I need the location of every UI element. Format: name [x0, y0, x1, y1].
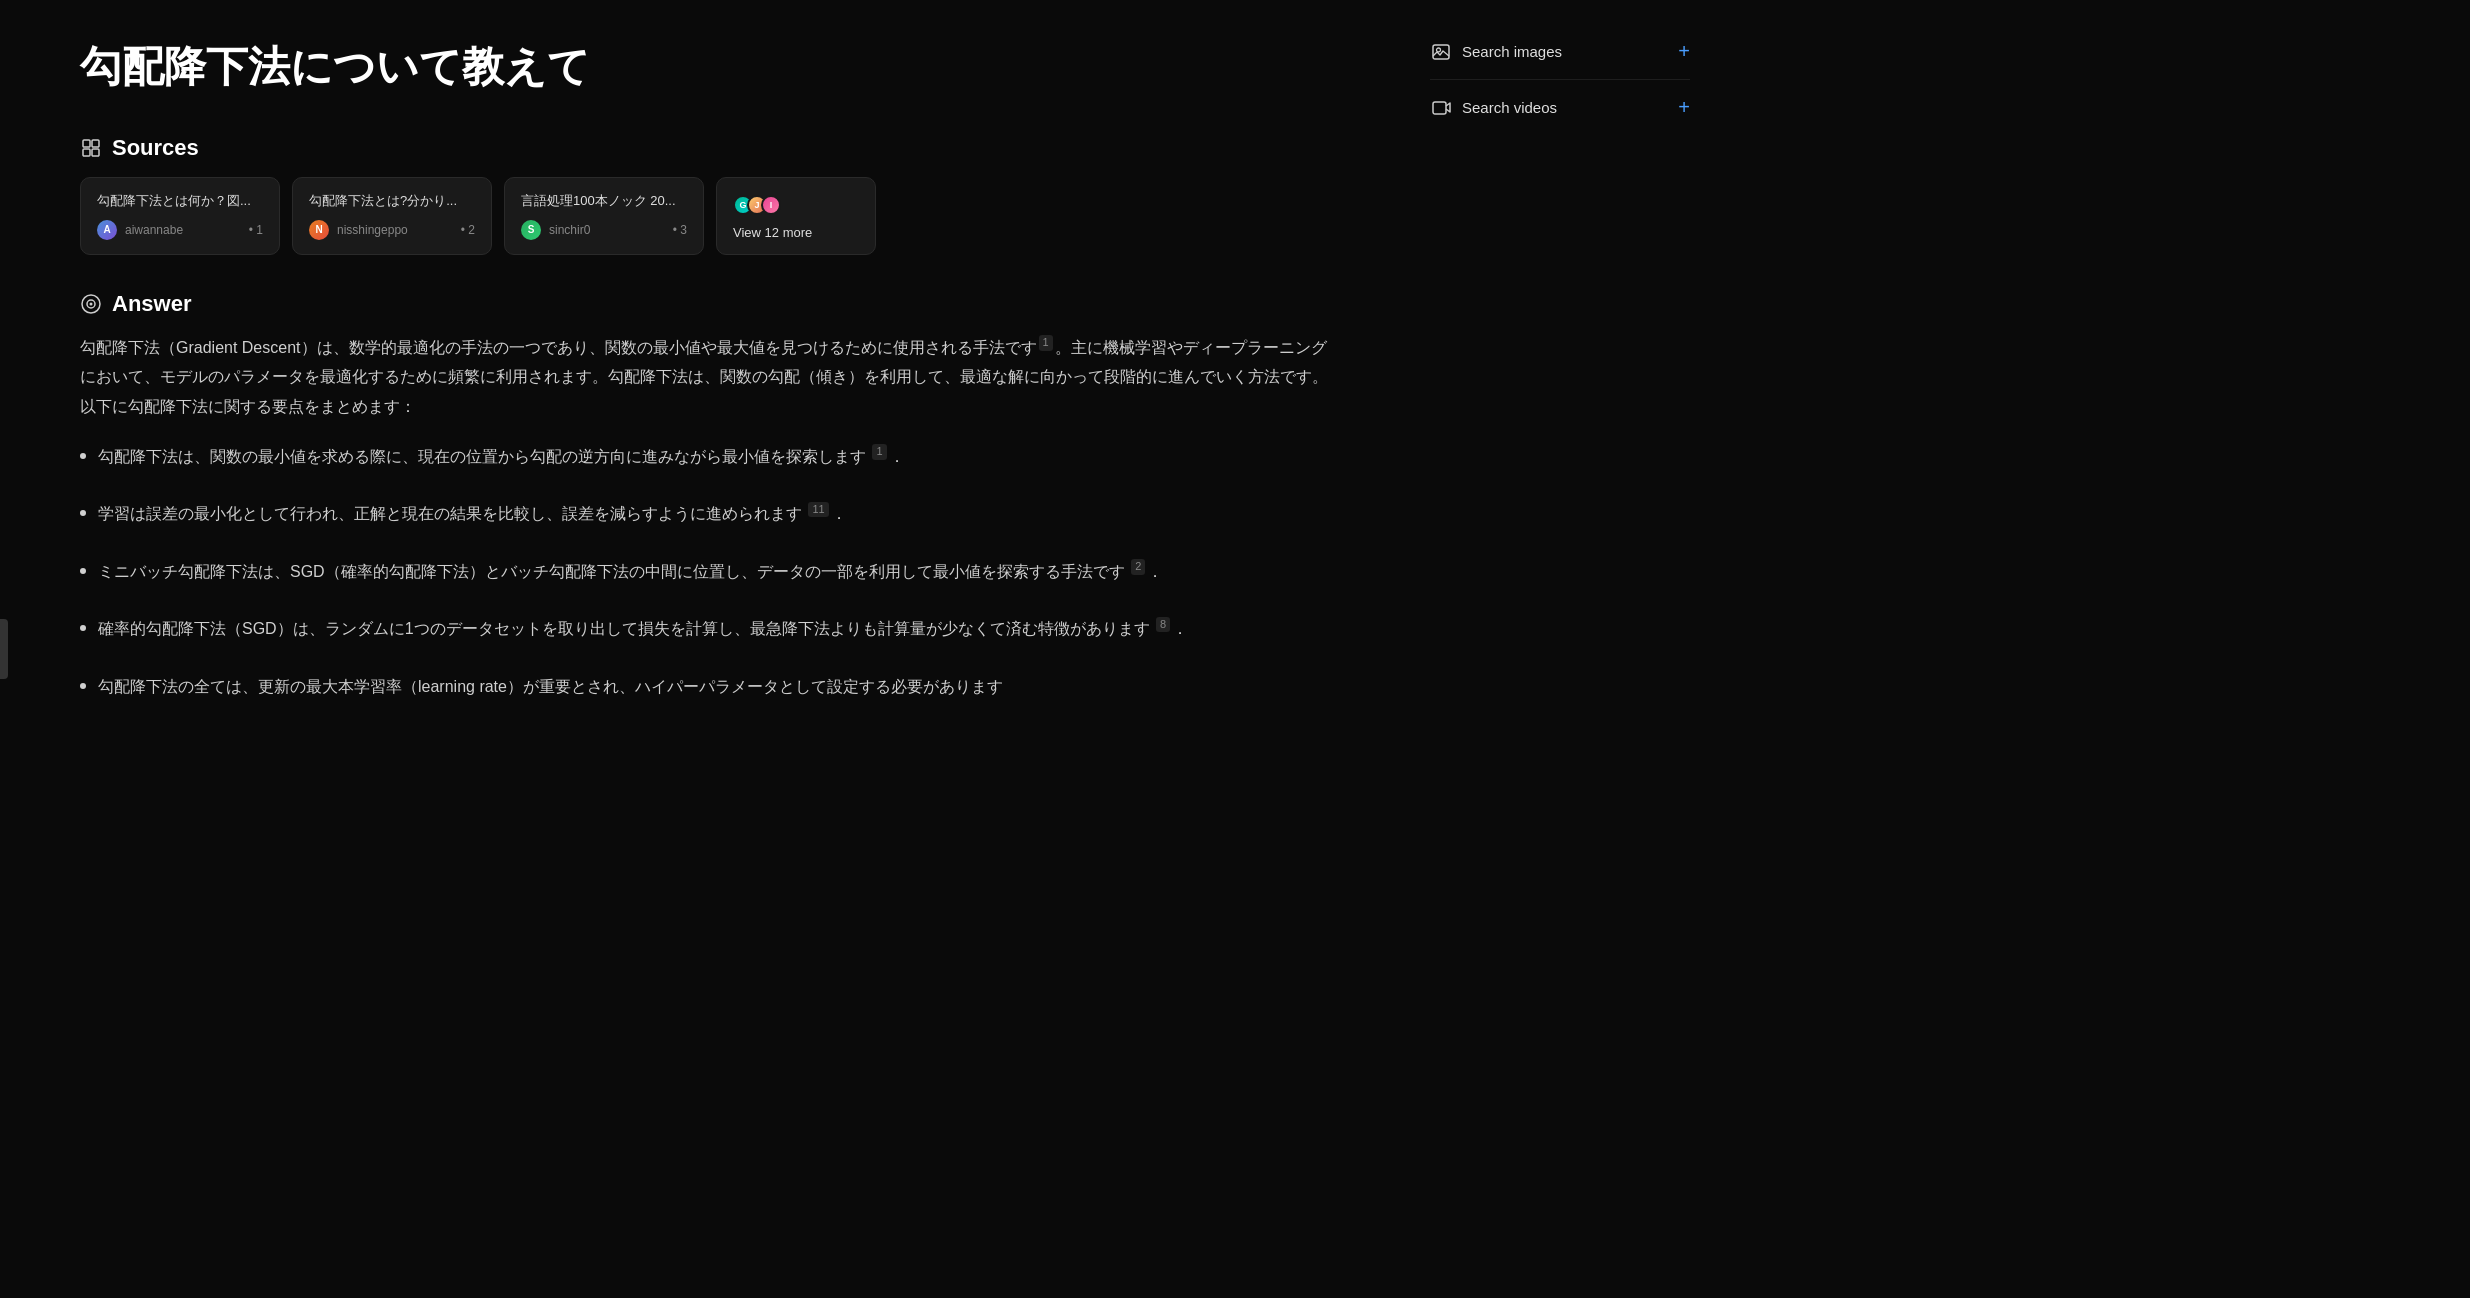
svg-rect-3 — [92, 149, 99, 156]
answer-icon — [80, 293, 102, 315]
bullet-dot-3 — [80, 568, 86, 574]
view-more-avatars: G J I — [733, 195, 859, 215]
source-card-1-meta: A aiwannabe • 1 — [97, 220, 263, 240]
bullet-text-1: 勾配降下法は、関数の最小値を求める際に、現在の位置から勾配の逆方向に進みながら最… — [98, 442, 905, 472]
answer-title: Answer — [112, 291, 191, 317]
citation-b1: 1 — [872, 444, 886, 459]
search-videos-action[interactable]: Search videos + — [1430, 96, 1690, 119]
svg-point-6 — [90, 302, 93, 305]
bullet-item-5: 勾配降下法の全ては、更新の最大本学習率（learning rate）が重要とされ… — [80, 672, 1340, 702]
sources-cards: 勾配降下法とは何か？図... A aiwannabe • 1 勾配降下法とは?分… — [80, 177, 1340, 255]
svg-rect-7 — [1433, 45, 1449, 59]
source-card-1-avatar: A — [97, 220, 117, 240]
search-images-left: Search images — [1430, 41, 1562, 63]
answer-section: Answer 勾配降下法（Gradient Descent）は、数学的最適化の手… — [80, 291, 1340, 702]
bullet-text-3: ミニバッチ勾配降下法は、SGD（確率的勾配降下法）とバッチ勾配降下法の中間に位置… — [98, 557, 1163, 587]
source-card-2-author: nisshingeppo — [337, 223, 453, 237]
source-card-3-avatar: S — [521, 220, 541, 240]
bullet-text-2: 学習は誤差の最小化として行われ、正解と現在の結果を比較し、誤差を減らすように進め… — [98, 499, 847, 529]
search-images-label: Search images — [1462, 43, 1562, 60]
page-title: 勾配降下法について教えて — [80, 40, 1340, 95]
bullet-dot-5 — [80, 683, 86, 689]
sources-icon — [80, 137, 102, 159]
svg-rect-9 — [1433, 102, 1446, 114]
search-images-plus: + — [1678, 40, 1690, 63]
source-card-3-title: 言語処理100本ノック 20... — [521, 192, 687, 210]
avatar-pink: I — [761, 195, 781, 215]
answer-intro: 勾配降下法（Gradient Descent）は、数学的最適化の手法の一つであり… — [80, 333, 1340, 422]
search-videos-label: Search videos — [1462, 99, 1557, 116]
main-content: 勾配降下法について教えて Sources 勾配降下法とは何か？図... A ai… — [0, 0, 1400, 1298]
left-edge-tab[interactable] — [0, 619, 8, 679]
bullet-dot-4 — [80, 625, 86, 631]
bullet-dot-2 — [80, 510, 86, 516]
bullet-item-2: 学習は誤差の最小化として行われ、正解と現在の結果を比較し、誤差を減らすように進め… — [80, 499, 1340, 529]
source-card-1-title: 勾配降下法とは何か？図... — [97, 192, 263, 210]
source-card-2-avatar: N — [309, 220, 329, 240]
view-more-label: View 12 more — [733, 225, 859, 240]
citation-1: 1 — [1039, 335, 1053, 350]
bullet-item-4: 確率的勾配降下法（SGD）は、ランダムに1つのデータセットを取り出して損失を計算… — [80, 614, 1340, 644]
svg-rect-0 — [83, 140, 90, 147]
search-videos-left: Search videos — [1430, 97, 1557, 119]
source-card-3-count: • 3 — [673, 223, 687, 237]
citation-b3: 2 — [1131, 559, 1145, 574]
search-images-icon — [1430, 41, 1452, 63]
source-card-1-count: • 1 — [249, 223, 263, 237]
citation-b4: 8 — [1156, 617, 1170, 632]
sources-header: Sources — [80, 135, 1340, 161]
answer-bullets: 勾配降下法は、関数の最小値を求める際に、現在の位置から勾配の逆方向に進みながら最… — [80, 442, 1340, 702]
view-more-card[interactable]: G J I View 12 more — [716, 177, 876, 255]
source-card-1[interactable]: 勾配降下法とは何か？図... A aiwannabe • 1 — [80, 177, 280, 255]
bullet-item-1: 勾配降下法は、関数の最小値を求める際に、現在の位置から勾配の逆方向に進みながら最… — [80, 442, 1340, 472]
sources-section: Sources 勾配降下法とは何か？図... A aiwannabe • 1 勾… — [80, 135, 1340, 255]
sources-title: Sources — [112, 135, 199, 161]
bullet-text-5: 勾配降下法の全ては、更新の最大本学習率（learning rate）が重要とされ… — [98, 672, 1003, 702]
citation-b2: 11 — [808, 502, 828, 517]
bullet-dot-1 — [80, 453, 86, 459]
source-card-2-title: 勾配降下法とは?分かり... — [309, 192, 475, 210]
bullet-text-4: 確率的勾配降下法（SGD）は、ランダムに1つのデータセットを取り出して損失を計算… — [98, 614, 1188, 644]
bullet-item-3: ミニバッチ勾配降下法は、SGD（確率的勾配降下法）とバッチ勾配降下法の中間に位置… — [80, 557, 1340, 587]
source-card-2[interactable]: 勾配降下法とは?分かり... N nisshingeppo • 2 — [292, 177, 492, 255]
search-images-action[interactable]: Search images + — [1430, 40, 1690, 63]
source-card-1-author: aiwannabe — [125, 223, 241, 237]
right-sidebar: Search images + Search videos + — [1400, 0, 1720, 1298]
source-card-3[interactable]: 言語処理100本ノック 20... S sinchir0 • 3 — [504, 177, 704, 255]
sidebar-divider-1 — [1430, 79, 1690, 80]
svg-rect-2 — [83, 149, 90, 156]
search-videos-plus: + — [1678, 96, 1690, 119]
source-card-3-meta: S sinchir0 • 3 — [521, 220, 687, 240]
source-card-2-meta: N nisshingeppo • 2 — [309, 220, 475, 240]
svg-rect-1 — [92, 140, 99, 147]
source-card-3-author: sinchir0 — [549, 223, 665, 237]
answer-header: Answer — [80, 291, 1340, 317]
source-card-2-count: • 2 — [461, 223, 475, 237]
search-videos-icon — [1430, 97, 1452, 119]
